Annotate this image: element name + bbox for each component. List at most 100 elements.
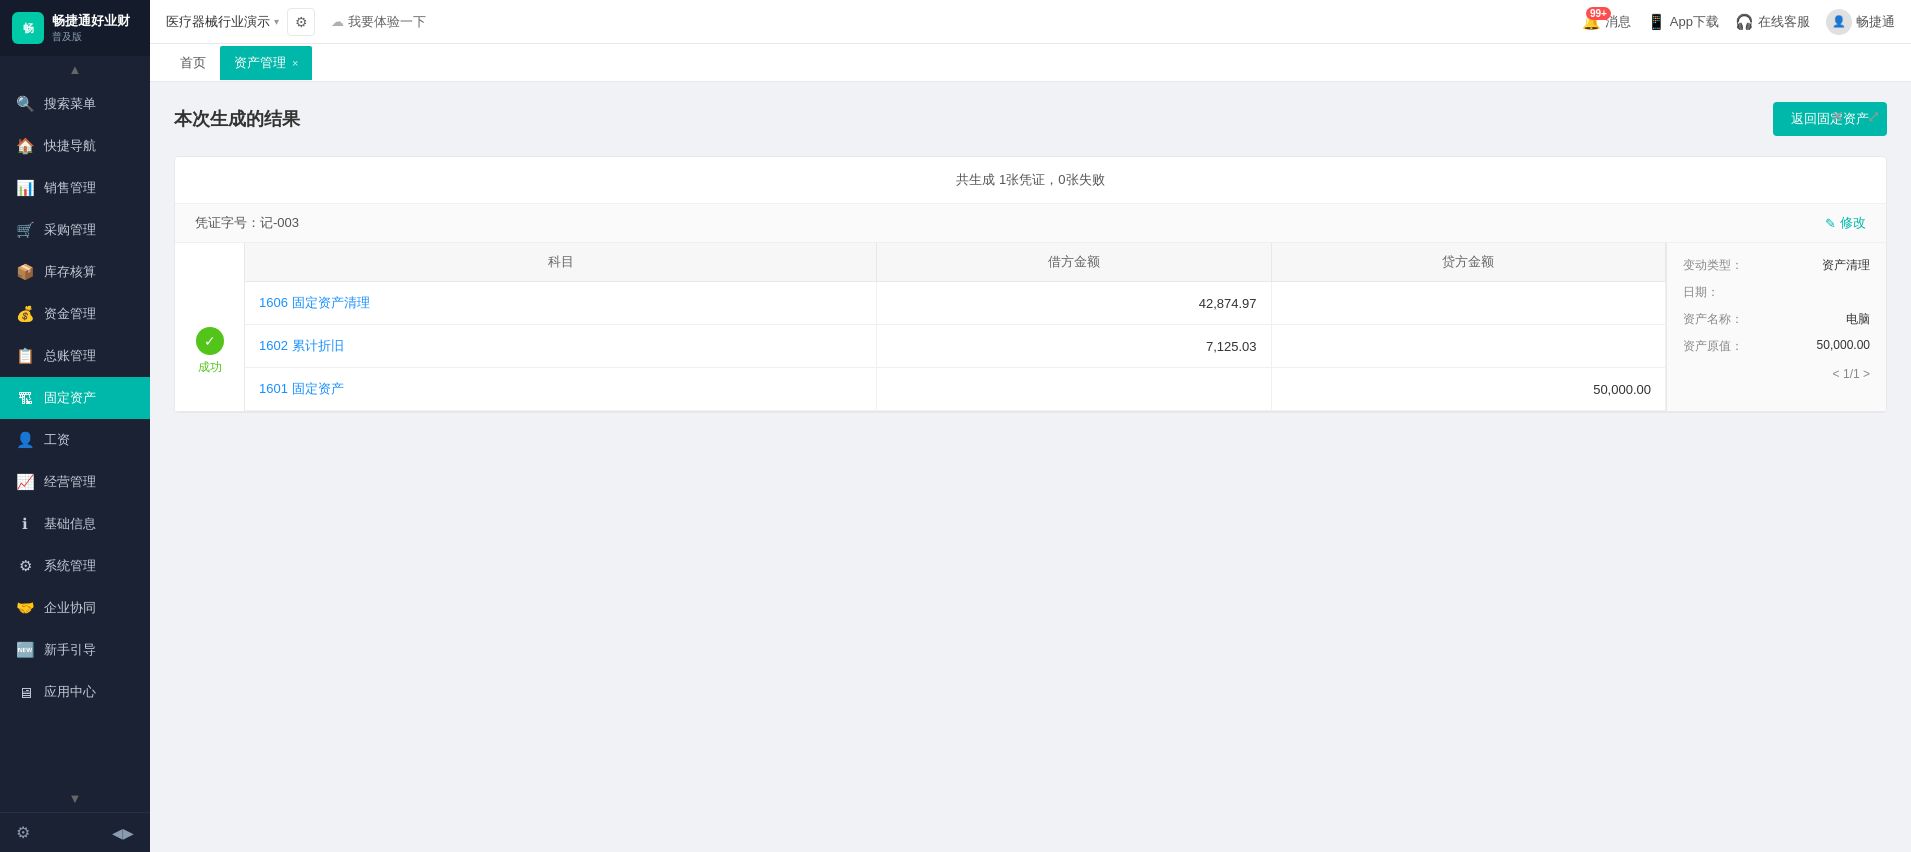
sidebar-item-guide[interactable]: 🆕 新手引导	[0, 629, 150, 671]
building-icon: 🏗	[16, 390, 34, 407]
sidebar-item-ledger[interactable]: 📋 总账管理	[0, 335, 150, 377]
sidebar-label-ledger: 总账管理	[44, 347, 96, 365]
change-type-label: 变动类型：	[1683, 257, 1743, 274]
page-indicator: 1/1	[1843, 367, 1863, 381]
home-icon: 🏠	[16, 137, 34, 155]
sidebar-item-enterprise[interactable]: 🤝 企业协同	[0, 587, 150, 629]
tab-home[interactable]: 首页	[166, 46, 220, 80]
asset-original-value: 50,000.00	[1817, 338, 1870, 355]
tab-asset-management[interactable]: 资产管理 ×	[220, 46, 312, 80]
sidebar-item-basic-info[interactable]: ℹ 基础信息	[0, 503, 150, 545]
company-selector[interactable]: 医疗器械行业演示 ▾	[166, 13, 279, 31]
sidebar-item-payroll[interactable]: 👤 工资	[0, 419, 150, 461]
app-download-label: App下载	[1670, 13, 1719, 31]
col-debit: 借方金额	[877, 243, 1271, 282]
sidebar-label-basic-info: 基础信息	[44, 515, 96, 533]
sidebar-label-enterprise: 企业协同	[44, 599, 96, 617]
online-service-button[interactable]: 🎧 在线客服	[1735, 13, 1810, 31]
company-name: 医疗器械行业演示	[166, 13, 270, 31]
voucher-main: 科目 借方金额 贷方金额 1606 固定资产清理 42,874.97	[245, 243, 1666, 411]
table-row: 1606 固定资产清理 42,874.97	[245, 282, 1666, 325]
tab-close-button[interactable]: ×	[292, 57, 298, 69]
sidebar-nav: 🔍 搜索菜单 🏠 快捷导航 📊 销售管理 🛒 采购管理 📦 库存核算 💰 资金管…	[0, 83, 150, 785]
expand-button[interactable]: ⤢	[1859, 102, 1887, 130]
experience-button[interactable]: ☁ 我要体验一下	[323, 9, 434, 35]
sidebar-label-search: 搜索菜单	[44, 95, 96, 113]
credit-1	[1271, 282, 1665, 325]
settings-icon[interactable]: ⚙	[16, 823, 30, 842]
change-type-row: 变动类型： 资产清理	[1683, 257, 1870, 274]
topbar-right: 🔔 99+ 消息 📱 App下载 🎧 在线客服 👤 畅捷通	[1582, 9, 1895, 35]
sidebar-item-quicknav[interactable]: 🏠 快捷导航	[0, 125, 150, 167]
sidebar-footer: ⚙ ◀▶	[0, 812, 150, 852]
next-page-button[interactable]: >	[1863, 367, 1870, 381]
trend-icon: 📈	[16, 473, 34, 491]
asset-original-row: 资产原值： 50,000.00	[1683, 338, 1870, 355]
sidebar-item-search[interactable]: 🔍 搜索菜单	[0, 83, 150, 125]
status-text: 成功	[198, 359, 222, 376]
notifications-button[interactable]: 🔔 99+ 消息	[1582, 13, 1631, 31]
user-menu[interactable]: 👤 畅捷通	[1826, 9, 1895, 35]
result-panel: 共生成 1张凭证，0张失败 凭证字号：记-003 ✎ 修改 ✓ 成功	[174, 156, 1887, 413]
col-credit: 贷方金额	[1271, 243, 1665, 282]
chart-icon: 📊	[16, 179, 34, 197]
money-icon: 💰	[16, 305, 34, 323]
sidebar-item-appstore[interactable]: 🖥 应用中心	[0, 671, 150, 713]
asset-name-value: 电脑	[1846, 311, 1870, 328]
content-header: 本次生成的结果 返回固定资产	[174, 102, 1887, 136]
sidebar-item-operations[interactable]: 📈 经营管理	[0, 461, 150, 503]
new-icon: 🆕	[16, 641, 34, 659]
voucher-table-wrap: ✓ 成功 科目 借方金额 贷方金额	[175, 243, 1886, 411]
main-area: 医疗器械行业演示 ▾ ⚙ ☁ 我要体验一下 🔔 99+ 消息 📱 App下载	[150, 0, 1911, 852]
close-button[interactable]: ✕	[1823, 102, 1851, 130]
asset-original-label: 资产原值：	[1683, 338, 1743, 355]
topbar-settings-icon[interactable]: ⚙	[287, 8, 315, 36]
gear-icon: ⚙	[16, 557, 34, 575]
avatar: 👤	[1826, 9, 1852, 35]
mobile-icon: 📱	[1647, 13, 1666, 31]
cart-icon: 🛒	[16, 221, 34, 239]
box-icon: 📦	[16, 263, 34, 281]
success-icon: ✓	[196, 327, 224, 355]
prev-page-button[interactable]: <	[1833, 367, 1840, 381]
sidebar-label-funds: 资金管理	[44, 305, 96, 323]
sidebar-item-sales[interactable]: 📊 销售管理	[0, 167, 150, 209]
table-row: 1601 固定资产 50,000.00	[245, 368, 1666, 411]
result-summary: 共生成 1张凭证，0张失败	[175, 157, 1886, 204]
pagination: < 1/1 >	[1683, 367, 1870, 381]
panel-controls: ✕ ⤢	[1823, 102, 1887, 130]
online-service-label: 在线客服	[1758, 13, 1810, 31]
voucher-table: 科目 借方金额 贷方金额 1606 固定资产清理 42,874.97	[245, 243, 1666, 411]
app-download-button[interactable]: 📱 App下载	[1647, 13, 1719, 31]
subject-1: 1606 固定资产清理	[245, 282, 877, 325]
sidebar-item-inventory[interactable]: 📦 库存核算	[0, 251, 150, 293]
app-title: 畅捷通好业财	[52, 13, 130, 30]
sidebar-item-system[interactable]: ⚙ 系统管理	[0, 545, 150, 587]
sidebar-label-quicknav: 快捷导航	[44, 137, 96, 155]
edit-icon: ✎	[1825, 216, 1836, 231]
date-row: 日期：	[1683, 284, 1870, 301]
subject-2: 1602 累计折旧	[245, 325, 877, 368]
edit-button[interactable]: ✎ 修改	[1825, 214, 1866, 232]
logo-icon: 畅	[12, 12, 44, 44]
collapse-icon[interactable]: ◀▶	[112, 825, 134, 841]
voucher-block: 凭证字号：记-003 ✎ 修改 ✓ 成功	[175, 204, 1886, 412]
sidebar-label-guide: 新手引导	[44, 641, 96, 659]
tab-bar: 首页 资产管理 ×	[150, 44, 1911, 82]
sidebar-item-fixed-assets[interactable]: 🏗 固定资产	[0, 377, 150, 419]
cloud-icon: ☁	[331, 14, 344, 29]
sidebar: 畅 畅捷通好业财 普及版 ▲ 🔍 搜索菜单 🏠 快捷导航 📊 销售管理 🛒 采购…	[0, 0, 150, 852]
sidebar-item-funds[interactable]: 💰 资金管理	[0, 293, 150, 335]
search-icon: 🔍	[16, 95, 34, 113]
sidebar-item-purchase[interactable]: 🛒 采购管理	[0, 209, 150, 251]
sidebar-scroll-down[interactable]: ▼	[0, 785, 150, 812]
sidebar-label-appstore: 应用中心	[44, 683, 96, 701]
headset-icon: 🎧	[1735, 13, 1754, 31]
tab-label: 资产管理	[234, 54, 286, 72]
sidebar-scroll-up[interactable]: ▲	[0, 56, 150, 83]
sidebar-label-operations: 经营管理	[44, 473, 96, 491]
debit-2: 7,125.03	[877, 325, 1271, 368]
change-type-value: 资产清理	[1822, 257, 1870, 274]
sidebar-label-fixed-assets: 固定资产	[44, 389, 96, 407]
debit-1: 42,874.97	[877, 282, 1271, 325]
